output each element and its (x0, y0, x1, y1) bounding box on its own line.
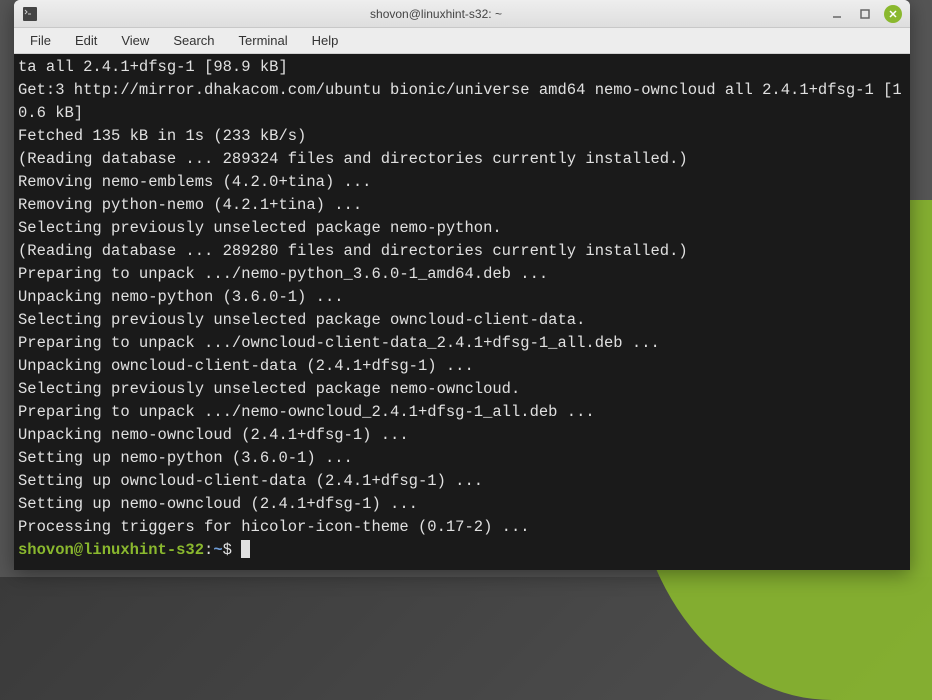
terminal-line: Unpacking nemo-owncloud (2.4.1+dfsg-1) .… (18, 426, 409, 444)
prompt-separator: : (204, 541, 213, 559)
terminal-line: Removing python-nemo (4.2.1+tina) ... (18, 196, 362, 214)
cursor (241, 540, 250, 558)
close-button[interactable] (884, 5, 902, 23)
prompt-user-host: shovon@linuxhint-s32 (18, 541, 204, 559)
menu-edit[interactable]: Edit (63, 30, 109, 51)
terminal-output[interactable]: ta all 2.4.1+dfsg-1 [98.9 kB] Get:3 http… (14, 54, 910, 570)
terminal-line: Fetched 135 kB in 1s (233 kB/s) (18, 127, 306, 145)
terminal-line: Removing nemo-emblems (4.2.0+tina) ... (18, 173, 371, 191)
menubar: File Edit View Search Terminal Help (14, 28, 910, 54)
menu-search[interactable]: Search (161, 30, 226, 51)
terminal-line: Setting up nemo-owncloud (2.4.1+dfsg-1) … (18, 495, 418, 513)
menu-view[interactable]: View (109, 30, 161, 51)
prompt-path: ~ (213, 541, 222, 559)
terminal-line: Setting up nemo-python (3.6.0-1) ... (18, 449, 353, 467)
titlebar[interactable]: shovon@linuxhint-s32: ~ (14, 0, 910, 28)
menu-terminal[interactable]: Terminal (227, 30, 300, 51)
maximize-button[interactable] (856, 5, 874, 23)
terminal-app-icon (22, 6, 38, 22)
terminal-line: Selecting previously unselected package … (18, 380, 520, 398)
terminal-line: Unpacking owncloud-client-data (2.4.1+df… (18, 357, 474, 375)
terminal-line: (Reading database ... 289280 files and d… (18, 242, 688, 260)
terminal-line: Preparing to unpack .../nemo-python_3.6.… (18, 265, 548, 283)
terminal-line: Selecting previously unselected package … (18, 219, 502, 237)
terminal-line: Preparing to unpack .../nemo-owncloud_2.… (18, 403, 595, 421)
terminal-line: Unpacking nemo-python (3.6.0-1) ... (18, 288, 344, 306)
window-title: shovon@linuxhint-s32: ~ (44, 7, 828, 21)
window-controls (828, 5, 902, 23)
prompt-symbol: $ (223, 541, 232, 559)
terminal-line: Selecting previously unselected package … (18, 311, 585, 329)
terminal-line: Setting up owncloud-client-data (2.4.1+d… (18, 472, 483, 490)
terminal-line: Processing triggers for hicolor-icon-the… (18, 518, 530, 536)
terminal-line: (Reading database ... 289324 files and d… (18, 150, 688, 168)
minimize-button[interactable] (828, 5, 846, 23)
menu-help[interactable]: Help (300, 30, 351, 51)
terminal-line: ta all 2.4.1+dfsg-1 [98.9 kB] (18, 58, 288, 76)
menu-file[interactable]: File (18, 30, 63, 51)
terminal-window: shovon@linuxhint-s32: ~ File Edit View S… (14, 0, 910, 570)
terminal-line: Preparing to unpack .../owncloud-client-… (18, 334, 660, 352)
terminal-line: Get:3 http://mirror.dhakacom.com/ubuntu … (18, 81, 902, 122)
